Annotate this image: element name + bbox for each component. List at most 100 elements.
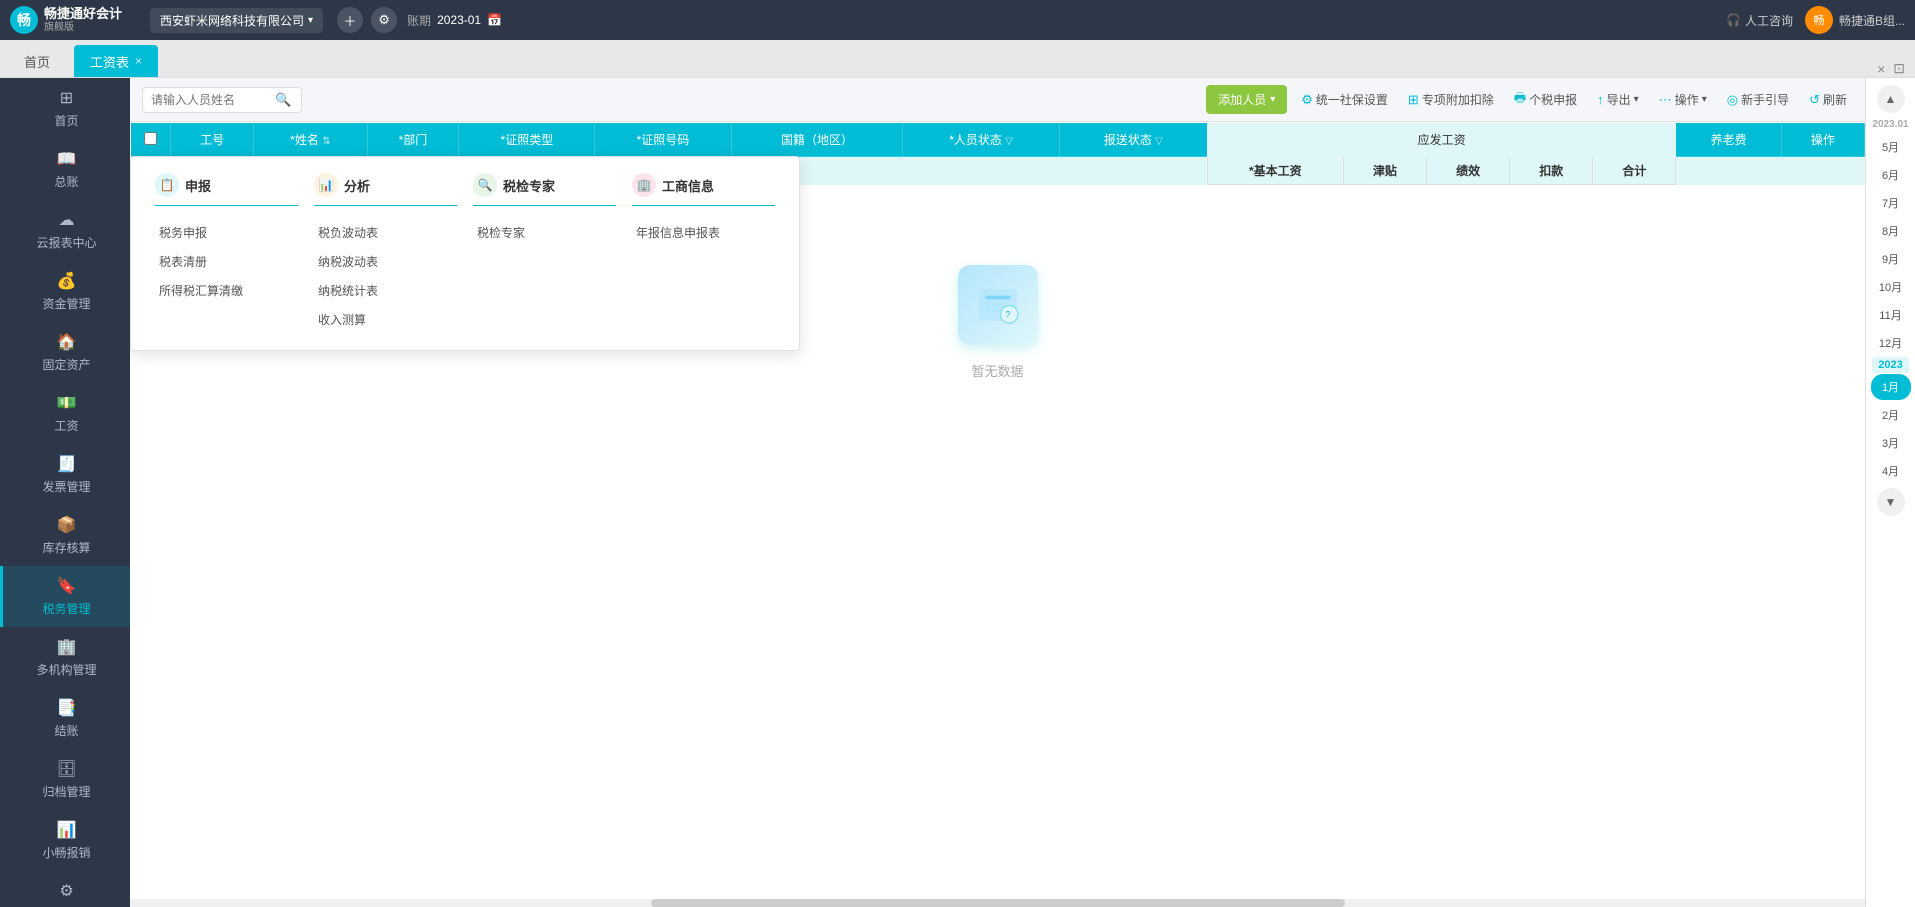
- service-button[interactable]: 🎧 人工咨询: [1726, 12, 1793, 29]
- add-company-button[interactable]: ＋: [337, 7, 363, 33]
- sidebar-item-basic-settings[interactable]: ⚙ 基础设置: [0, 871, 130, 907]
- sidebar-item-mini-report[interactable]: 📊 小畅报销: [0, 810, 130, 871]
- menu-item-tax-declaration[interactable]: 税务申报: [155, 218, 298, 247]
- cloud-icon: ☁: [59, 210, 75, 230]
- sidebar-label-ledger: 总账: [54, 173, 78, 190]
- logo-sub: 旗舰版: [44, 22, 122, 34]
- menu-item-tax-burden[interactable]: 税负波动表: [314, 218, 457, 247]
- tab-salary[interactable]: 工资表 ×: [74, 45, 158, 77]
- sidebar-item-fixed-assets[interactable]: 🏠 固定资产: [0, 322, 130, 383]
- sidebar-item-settlement[interactable]: 📑 结账: [0, 688, 130, 749]
- cal-month-5[interactable]: 5月: [1871, 134, 1911, 160]
- analysis-icon: 📊: [314, 173, 338, 197]
- scrollbar-thumb[interactable]: [651, 899, 1345, 907]
- search-icon: 🔍: [275, 92, 291, 108]
- home-icon: ⊞: [60, 88, 73, 108]
- tab-home[interactable]: 首页: [8, 45, 66, 77]
- sidebar-item-multi-org[interactable]: 🏢 多机构管理: [0, 627, 130, 688]
- cal-month-10[interactable]: 10月: [1871, 274, 1911, 300]
- sidebar-label-inventory: 库存核算: [42, 539, 90, 556]
- horizontal-scrollbar[interactable]: [130, 899, 1865, 907]
- status-filter-icon: ▽: [1005, 136, 1013, 147]
- th-payroll-group: 应发工资: [1207, 123, 1676, 157]
- content-area: 🔍 添加人员 ▾ ⚙ 统一社保设置 ⊞ 专项附加扣除: [130, 78, 1865, 907]
- tax-expert-title: 税检专家: [503, 176, 555, 195]
- select-all-checkbox[interactable]: [144, 132, 157, 145]
- company-selector[interactable]: 西安虾米网络科技有限公司 ▾: [150, 8, 323, 33]
- fund-icon: 💰: [57, 271, 77, 291]
- cal-month-2[interactable]: 2月: [1871, 402, 1911, 428]
- sidebar-item-cloud-report[interactable]: ☁ 云报表中心: [0, 200, 130, 261]
- menu-item-annual-report[interactable]: 年报信息申报表: [632, 218, 775, 247]
- operations-label: 操作: [1675, 91, 1699, 108]
- invoice-icon: 🧾: [57, 454, 77, 474]
- tax-declaration-button[interactable]: 🖶 个税申报: [1508, 85, 1583, 115]
- th-status[interactable]: *人员状态 ▽: [903, 123, 1060, 157]
- menu-item-income-calc[interactable]: 收入测算: [314, 305, 457, 334]
- user-area[interactable]: 畅 畅捷通B组...: [1805, 6, 1905, 34]
- tab-close-icon[interactable]: ×: [135, 54, 142, 68]
- sidebar-item-invoice[interactable]: 🧾 发票管理: [0, 444, 130, 505]
- cal-month-9[interactable]: 9月: [1871, 246, 1911, 272]
- logo-text: 畅捷通好会计 旗舰版: [44, 6, 122, 34]
- settings-button[interactable]: ⚙: [371, 7, 397, 33]
- cal-month-8[interactable]: 8月: [1871, 218, 1911, 244]
- calendar-icon[interactable]: 📅: [487, 13, 502, 27]
- sidebar-label-multi-org: 多机构管理: [36, 661, 96, 678]
- dropdown-header-analysis: 📊 分析: [314, 173, 457, 206]
- declaration-title: 申报: [185, 176, 211, 195]
- toolbar: 🔍 添加人员 ▾ ⚙ 统一社保设置 ⊞ 专项附加扣除: [130, 78, 1865, 122]
- add-person-button[interactable]: 添加人员 ▾: [1206, 85, 1287, 114]
- search-input[interactable]: [151, 93, 271, 107]
- sidebar-item-salary[interactable]: 💵 工资: [0, 383, 130, 444]
- calendar-next-button[interactable]: ▼: [1877, 488, 1905, 516]
- calendar-prev-button[interactable]: ▲: [1877, 85, 1905, 113]
- th-total: 合计: [1593, 157, 1676, 185]
- special-deduction-icon: ⊞: [1408, 92, 1419, 108]
- cal-month-6[interactable]: 6月: [1871, 162, 1911, 188]
- sidebar-item-home[interactable]: ⊞ 首页: [0, 78, 130, 139]
- empty-icon: ?: [958, 265, 1038, 345]
- sidebar-label-salary: 工资: [54, 417, 78, 434]
- dropdown-header-business: 🏢 工商信息: [632, 173, 775, 206]
- cal-month-3[interactable]: 3月: [1871, 430, 1911, 456]
- th-report-status[interactable]: 报送状态 ▽: [1059, 123, 1207, 157]
- sidebar-item-archive[interactable]: 🗄 归档管理: [0, 749, 130, 810]
- ledger-icon: 📖: [57, 149, 77, 169]
- operations-button[interactable]: ⋯ 操作 ▾: [1653, 87, 1713, 112]
- th-checkbox[interactable]: [131, 123, 171, 157]
- sidebar-item-ledger[interactable]: 📖 总账: [0, 139, 130, 200]
- dropdown-arrow-icon: ▾: [1270, 94, 1275, 105]
- cal-month-1-active[interactable]: 1月: [1871, 374, 1911, 400]
- sidebar-item-inventory[interactable]: 📦 库存核算: [0, 505, 130, 566]
- export-button[interactable]: ↑ 导出 ▾: [1591, 87, 1645, 112]
- refresh-label: 刷新: [1823, 91, 1847, 108]
- window-restore-button[interactable]: ⊡: [1893, 60, 1905, 77]
- refresh-button[interactable]: ↺ 刷新: [1803, 87, 1853, 112]
- menu-item-tax-expert[interactable]: 税检专家: [473, 218, 616, 247]
- chevron-down-icon: ▾: [308, 15, 313, 26]
- cal-month-7[interactable]: 7月: [1871, 190, 1911, 216]
- social-security-button[interactable]: ⚙ 统一社保设置: [1295, 87, 1394, 112]
- dropdown-col-tax-expert: 🔍 税检专家 税检专家: [465, 173, 624, 334]
- menu-item-tax-fluctuation[interactable]: 纳税波动表: [314, 247, 457, 276]
- menu-item-income-tax[interactable]: 所得税汇算清缴: [155, 276, 298, 305]
- th-name[interactable]: *姓名 ⇅: [254, 123, 367, 157]
- dropdown-menu: 📋 申报 税务申报 税表清册 所得税汇算清缴 📊 分析 税负波动表 纳税波动表 …: [130, 156, 800, 351]
- guide-button[interactable]: ◎ 新手引导: [1721, 87, 1795, 112]
- cal-month-11[interactable]: 11月: [1871, 302, 1911, 328]
- sidebar-item-fund[interactable]: 💰 资金管理: [0, 261, 130, 322]
- sidebar-item-tax[interactable]: 🔖 税务管理: [0, 566, 130, 627]
- th-id-type: *证照类型: [459, 123, 595, 157]
- special-deduction-button[interactable]: ⊞ 专项附加扣除: [1402, 87, 1500, 112]
- th-allowance: 津贴: [1343, 157, 1426, 185]
- menu-item-tax-table[interactable]: 税表清册: [155, 247, 298, 276]
- analysis-title: 分析: [344, 176, 370, 195]
- menu-item-tax-statistics[interactable]: 纳税统计表: [314, 276, 457, 305]
- content-inner: 🔍 添加人员 ▾ ⚙ 统一社保设置 ⊞ 专项附加扣除: [130, 78, 1915, 907]
- sidebar-label-cloud: 云报表中心: [36, 234, 96, 251]
- home-tab-label: 首页: [24, 52, 50, 71]
- cal-month-12[interactable]: 12月: [1871, 330, 1911, 356]
- window-close-button[interactable]: ×: [1877, 61, 1885, 77]
- cal-month-4[interactable]: 4月: [1871, 458, 1911, 484]
